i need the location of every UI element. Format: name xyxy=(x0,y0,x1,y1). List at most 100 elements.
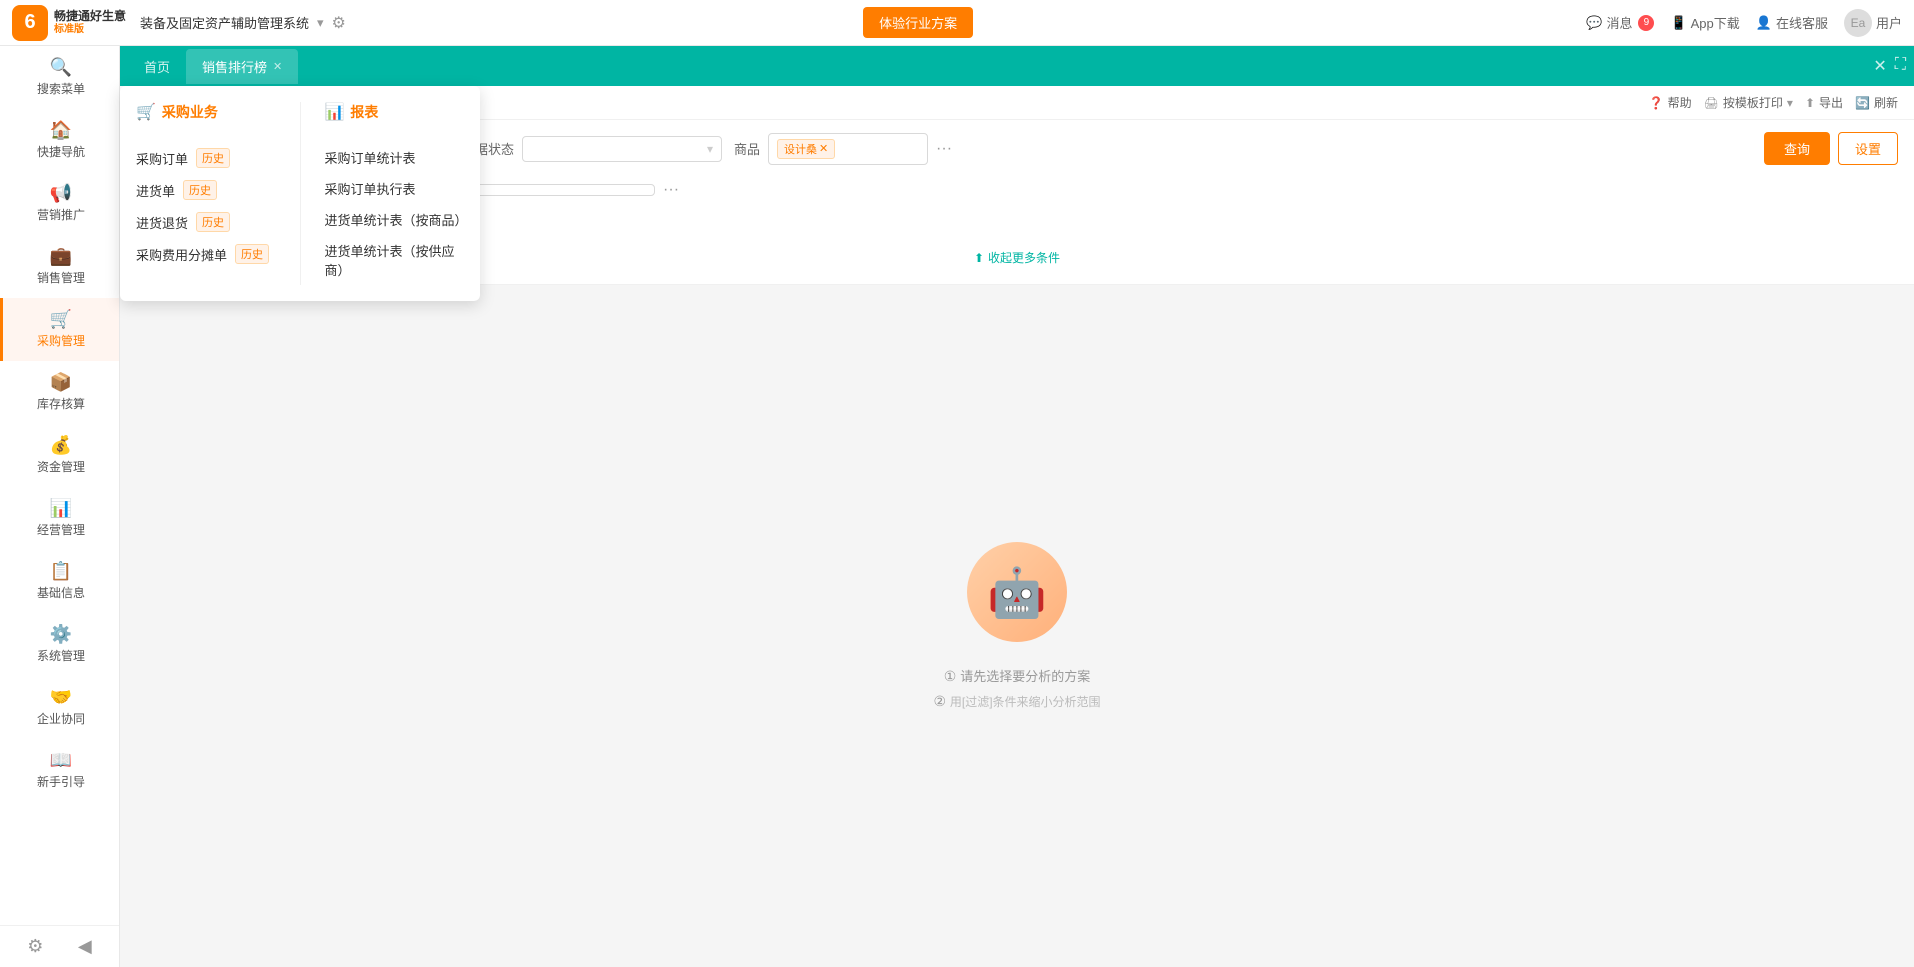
goods-filter: 商品 设计桑 ✕ ··· xyxy=(734,133,952,165)
print-label: 按模板打印 xyxy=(1723,94,1783,111)
report-menu-item[interactable]: 采购订单统计表 xyxy=(325,142,465,173)
sidebar-settings-icon[interactable]: ⚙ xyxy=(27,936,43,957)
online-service-label: 在线客服 xyxy=(1776,13,1828,32)
purchase-icon: 🛒 xyxy=(50,310,72,328)
empty-hint-1: ① 请先选择要分析的方案 xyxy=(944,666,1090,685)
tab-home[interactable]: 首页 xyxy=(128,49,186,84)
sidebar-item-guide[interactable]: 📖 新手引导 xyxy=(0,739,119,802)
sidebar-item-label-finance: 资金管理 xyxy=(37,458,85,475)
user-area[interactable]: Ea 用户 xyxy=(1844,9,1902,37)
tab-sales-rank[interactable]: 销售排行榜 ✕ xyxy=(186,49,298,84)
help-icon: ❓ xyxy=(1649,96,1664,110)
finance-icon: 💰 xyxy=(50,436,72,454)
export-label: 导出 xyxy=(1819,94,1843,111)
sidebar-item-stock[interactable]: 📦 库存核算 xyxy=(0,361,119,424)
purchase-menu-item[interactable]: 进货退货 历史 xyxy=(136,206,276,238)
refresh-label: 刷新 xyxy=(1874,94,1898,111)
sidebar-item-basic[interactable]: 📋 基础信息 xyxy=(0,550,119,613)
system-dropdown-icon[interactable]: ▾ xyxy=(317,15,324,31)
guide-icon: 📖 xyxy=(50,751,72,769)
industry-button[interactable]: 体验行业方案 xyxy=(863,7,973,38)
search-icon: 🔍 xyxy=(50,58,72,76)
sidebar-item-label-guide: 新手引导 xyxy=(37,773,85,790)
refresh-button[interactable]: 🔄 刷新 xyxy=(1855,94,1898,111)
goods-tag-close[interactable]: ✕ xyxy=(819,142,828,155)
top-bar: 6 畅捷通好生意 标准版 装备及固定资产辅助管理系统 ▾ ⚙ 体验行业方案 💬 … xyxy=(0,0,1914,46)
sidebar-item-purchase[interactable]: 🛒 采购管理 xyxy=(0,298,119,361)
report-menu-item[interactable]: 采购订单执行表 xyxy=(325,173,465,204)
goods-more-btn[interactable]: ··· xyxy=(936,140,952,158)
tab-maximize-button[interactable]: ⛶ xyxy=(1895,56,1906,76)
collapse-icon: ⬆ xyxy=(974,251,984,265)
tab-close-sales-rank[interactable]: ✕ xyxy=(273,60,282,73)
stock-icon: 📦 xyxy=(50,373,72,391)
sidebar-item-label-system: 系统管理 xyxy=(37,647,85,664)
report-menu-item[interactable]: 进货单统计表（按供应商） xyxy=(325,235,465,285)
system-settings-icon[interactable]: ⚙ xyxy=(332,13,346,33)
logo-text: 畅捷通好生意 标准版 xyxy=(54,9,126,35)
query-button[interactable]: 查询 xyxy=(1764,132,1830,165)
sidebar-item-quick[interactable]: 🏠 快捷导航 xyxy=(0,109,119,172)
purchase-section-title: 🛒 采购业务 xyxy=(136,102,276,130)
sidebar-item-operation[interactable]: 📊 经营管理 xyxy=(0,487,119,550)
dropdown-menu: 🛒 采购业务 采购订单 历史 进货单 历史 进货退货 历史 采购费用分摊单 历史… xyxy=(120,86,480,301)
help-label: 帮助 xyxy=(1668,94,1692,111)
logo-icon: 6 xyxy=(12,5,48,41)
sidebar-item-label-quick: 快捷导航 xyxy=(37,143,85,160)
sidebar-item-enterprise[interactable]: 🤝 企业协同 xyxy=(0,676,119,739)
purchase-section-icon: 🛒 xyxy=(136,102,156,122)
sidebar-item-label-enterprise: 企业协同 xyxy=(37,710,85,727)
app-download-button[interactable]: 📱 App下载 xyxy=(1670,13,1739,32)
empty-icon: 🤖 xyxy=(967,542,1067,642)
logo: 6 畅捷通好生意 标准版 xyxy=(12,5,132,41)
sidebar-item-label-sales: 销售管理 xyxy=(37,269,85,286)
message-button[interactable]: 💬 消息 9 xyxy=(1586,13,1654,32)
voucher-status-input[interactable]: ▾ xyxy=(522,136,722,162)
report-menu-item[interactable]: 进货单统计表（按商品） xyxy=(325,204,465,235)
user-label: 用户 xyxy=(1876,13,1902,32)
message-badge: 9 xyxy=(1638,15,1654,31)
help-button[interactable]: ❓ 帮助 xyxy=(1649,94,1692,111)
print-dropdown-icon: ▾ xyxy=(1787,96,1793,110)
print-button[interactable]: 🖨 按模板打印 ▾ xyxy=(1704,94,1793,111)
purchase-menu-item[interactable]: 进货单 历史 xyxy=(136,174,276,206)
tab-label-home: 首页 xyxy=(144,57,170,76)
empty-state: 🤖 ① 请先选择要分析的方案 ② 用[过滤]条件来缩小分析范围 xyxy=(120,285,1914,967)
purchase-menu-item[interactable]: 采购费用分摊单 历史 xyxy=(136,238,276,270)
sidebar-item-label-marketing: 营销推广 xyxy=(37,206,85,223)
voucher-dropdown-icon: ▾ xyxy=(707,142,713,156)
system-name-area: 装备及固定资产辅助管理系统 ▾ ⚙ xyxy=(140,13,863,33)
sidebar-item-finance[interactable]: 💰 资金管理 xyxy=(0,424,119,487)
app-download-label: App下载 xyxy=(1691,13,1740,32)
enterprise-icon: 🤝 xyxy=(50,688,72,706)
goods-tag[interactable]: 设计桑 ✕ xyxy=(777,139,835,159)
menu-divider xyxy=(300,102,301,285)
system-icon: ⚙️ xyxy=(50,625,72,643)
avatar: Ea xyxy=(1844,9,1872,37)
sidebar-item-sales[interactable]: 💼 销售管理 xyxy=(0,235,119,298)
goods-input[interactable]: 设计桑 ✕ xyxy=(768,133,928,165)
report-section-title: 📊 报表 xyxy=(325,102,465,130)
sidebar-item-search[interactable]: 🔍 搜索菜单 xyxy=(0,46,119,109)
sidebar-collapse-icon[interactable]: ◀ xyxy=(78,936,92,957)
salesman-more-btn[interactable]: ··· xyxy=(663,181,679,199)
export-button[interactable]: ⬆ 导出 xyxy=(1805,94,1843,111)
sidebar-item-label-purchase: 采购管理 xyxy=(37,332,85,349)
report-section-icon: 📊 xyxy=(325,102,345,122)
tab-close-button[interactable]: ✕ xyxy=(1873,56,1886,76)
sidebar-item-marketing[interactable]: 📢 营销推广 xyxy=(0,172,119,235)
sidebar-item-label-stock: 库存核算 xyxy=(37,395,85,412)
sidebar-item-system[interactable]: ⚙️ 系统管理 xyxy=(0,613,119,676)
tab-bar-actions: ✕ ⛶ xyxy=(1873,56,1906,76)
purchase-menu-item[interactable]: 采购订单 历史 xyxy=(136,142,276,174)
sidebar-item-label-operation: 经营管理 xyxy=(37,521,85,538)
phone-icon: 📱 xyxy=(1670,15,1686,31)
salesman-input[interactable] xyxy=(455,184,655,196)
setting-button[interactable]: 设置 xyxy=(1838,132,1898,165)
operation-icon: 📊 xyxy=(50,499,72,517)
purchase-section: 🛒 采购业务 采购订单 历史 进货单 历史 进货退货 历史 采购费用分摊单 历史 xyxy=(136,102,276,285)
online-service-button[interactable]: 👤 在线客服 xyxy=(1756,13,1828,32)
report-section: 📊 报表 采购订单统计表采购订单执行表进货单统计表（按商品）进货单统计表（按供应… xyxy=(325,102,465,285)
sales-icon: 💼 xyxy=(50,247,72,265)
tab-label-sales-rank: 销售排行榜 xyxy=(202,57,267,76)
